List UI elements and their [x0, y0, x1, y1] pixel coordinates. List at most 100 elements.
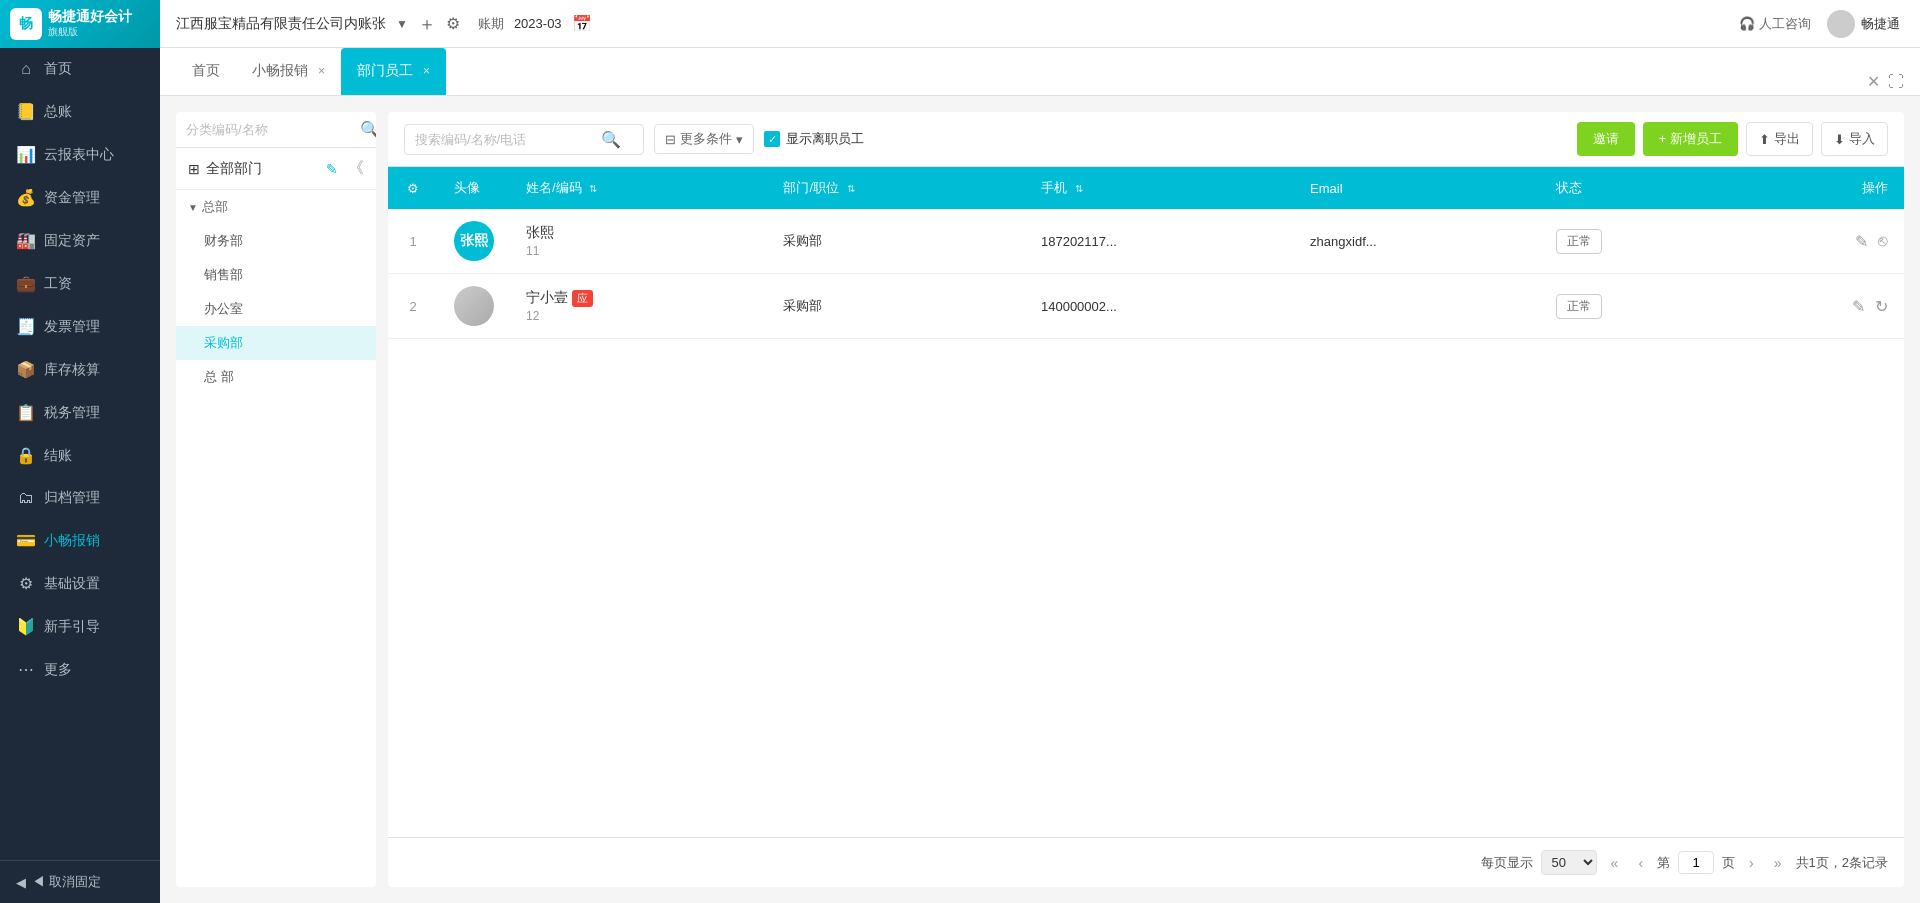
- filter-icon: ⊟: [665, 132, 676, 147]
- edit-btn-2[interactable]: ✎: [1852, 297, 1865, 316]
- tab-close-btn[interactable]: ✕: [1867, 72, 1880, 91]
- sidebar-item-guide[interactable]: 🔰 新手引导: [0, 605, 160, 648]
- sidebar-item-label-invoice: 发票管理: [44, 318, 100, 336]
- export-btn[interactable]: ⬆ 导出: [1746, 122, 1813, 156]
- tab-expense[interactable]: 小畅报销 ×: [236, 48, 341, 95]
- col-actions: 操作: [1734, 167, 1904, 209]
- first-page-btn[interactable]: «: [1605, 853, 1625, 873]
- ledger-icon: 📒: [16, 102, 36, 121]
- sidebar-item-settings[interactable]: ⚙ 基础设置: [0, 562, 160, 605]
- settings-gear-btn[interactable]: ⚙: [446, 14, 460, 33]
- sidebar-item-assets[interactable]: 🏭 固定资产: [0, 219, 160, 262]
- sidebar-item-label-more: 更多: [44, 661, 72, 679]
- dept-item-office[interactable]: 办公室: [176, 292, 376, 326]
- dept-list: ▼ 总部 财务部 销售部 办公室 采购部 总 部: [176, 190, 376, 887]
- import-btn[interactable]: ⬇ 导入: [1821, 122, 1888, 156]
- col-name[interactable]: 姓名/编码 ⇅: [510, 167, 767, 209]
- page-content: 🔍 ⊞ 全部部门 ✎ 《 ▼ 总部 财务部: [160, 96, 1920, 903]
- dept-add-btn[interactable]: ✎: [326, 161, 338, 177]
- row-2-name: 宁小壹 应 12: [510, 274, 767, 339]
- next-page-btn[interactable]: ›: [1743, 853, 1760, 873]
- employee-tbody: 1 张熙 张熙 11 采购部 187202117... zh: [388, 209, 1904, 339]
- filter-label: 更多条件: [680, 130, 732, 148]
- tab-employee[interactable]: 部门员工 ×: [341, 48, 446, 95]
- sidebar-item-inventory[interactable]: 📦 库存核算: [0, 348, 160, 391]
- calendar-btn[interactable]: 📅: [572, 14, 592, 33]
- company-name: 江西服宝精品有限责任公司内账张: [176, 15, 386, 33]
- tab-employee-close[interactable]: ×: [423, 64, 430, 78]
- dept-item-finance[interactable]: 财务部: [176, 224, 376, 258]
- dept-item-headquarters[interactable]: 总 部: [176, 360, 376, 394]
- invite-label: 邀请: [1593, 131, 1619, 146]
- row-1-avatar: 张熙: [438, 209, 510, 274]
- tab-expand-btn[interactable]: ⛶: [1888, 73, 1904, 91]
- sidebar-item-tax[interactable]: 📋 税务管理: [0, 391, 160, 434]
- last-page-btn[interactable]: »: [1768, 853, 1788, 873]
- user-area[interactable]: 畅捷通: [1827, 10, 1900, 38]
- dept-collapse-btn[interactable]: 《: [348, 158, 364, 179]
- table-row: 1 张熙 张熙 11 采购部 187202117... zh: [388, 209, 1904, 274]
- sidebar-item-reports[interactable]: 📊 云报表中心: [0, 133, 160, 176]
- action-btns-2: ✎ ↻: [1750, 297, 1888, 316]
- logout-btn-1[interactable]: ⎋: [1878, 232, 1888, 250]
- sidebar-item-home[interactable]: ⌂ 首页: [0, 48, 160, 90]
- assets-icon: 🏭: [16, 231, 36, 250]
- page-size-select[interactable]: 50 10 20 100: [1541, 850, 1597, 875]
- col-dept[interactable]: 部门/职位 ⇅: [767, 167, 1024, 209]
- employee-search-input[interactable]: [415, 132, 595, 147]
- dept-search-area: 🔍: [176, 112, 376, 148]
- dept-search-input[interactable]: [186, 122, 354, 137]
- dept-item-purchase[interactable]: 采购部: [176, 326, 376, 360]
- filter-btn[interactable]: ⊟ 更多条件 ▾: [654, 124, 754, 154]
- dept-search-icon[interactable]: 🔍: [360, 120, 376, 139]
- sidebar-item-funds[interactable]: 💰 资金管理: [0, 176, 160, 219]
- sidebar-item-close[interactable]: 🔒 结账: [0, 434, 160, 477]
- salary-icon: 💼: [16, 274, 36, 293]
- dept-group-label-general[interactable]: ▼ 总部: [176, 190, 376, 224]
- col-settings[interactable]: ⚙: [388, 167, 438, 209]
- tab-expense-close[interactable]: ×: [318, 64, 325, 78]
- sidebar-item-invoice[interactable]: 🧾 发票管理: [0, 305, 160, 348]
- edit-btn-1[interactable]: ✎: [1855, 232, 1868, 251]
- tax-icon: 📋: [16, 403, 36, 422]
- emp-name-2: 宁小壹: [526, 289, 568, 307]
- col-phone[interactable]: 手机 ⇅: [1025, 167, 1294, 209]
- tab-home[interactable]: 首页: [176, 48, 236, 95]
- show-departed-toggle[interactable]: 显示离职员工: [764, 130, 864, 148]
- employee-search-icon[interactable]: 🔍: [601, 130, 621, 149]
- row-1-dept: 采购部: [767, 209, 1024, 274]
- add-employee-label: + 新增员工: [1659, 130, 1722, 148]
- prev-page-btn[interactable]: ‹: [1632, 853, 1649, 873]
- archive-icon: 🗂: [16, 489, 36, 507]
- emp-name-1: 张熙: [526, 224, 751, 242]
- sidebar-item-label-settings: 基础设置: [44, 575, 100, 593]
- pagination: 每页显示 50 10 20 100 « ‹ 第 页 › » 共1页，2条记录: [388, 837, 1904, 887]
- sidebar-item-expense[interactable]: 💳 小畅报销: [0, 519, 160, 562]
- sidebar-item-salary[interactable]: 💼 工资: [0, 262, 160, 305]
- row-2-actions: ✎ ↻: [1734, 274, 1904, 339]
- refresh-btn-2[interactable]: ↻: [1875, 297, 1888, 316]
- sidebar-item-label-expense: 小畅报销: [44, 532, 100, 550]
- add-company-btn[interactable]: ＋: [418, 15, 436, 33]
- sidebar-item-more[interactable]: ⋯ 更多: [0, 648, 160, 691]
- show-departed-checkbox[interactable]: [764, 131, 780, 147]
- sidebar-item-ledger[interactable]: 📒 总账: [0, 90, 160, 133]
- sidebar-item-archive[interactable]: 🗂 归档管理: [0, 477, 160, 519]
- app-sub: 旗舰版: [48, 25, 132, 39]
- page-input[interactable]: [1678, 851, 1714, 874]
- add-employee-btn[interactable]: + 新增员工: [1643, 122, 1738, 156]
- sidebar-collapse-btn[interactable]: ◀ ◀ 取消固定: [0, 860, 160, 903]
- dept-group-general: ▼ 总部 财务部 销售部 办公室 采购部 总 部: [176, 190, 376, 394]
- company-dropdown-btn[interactable]: ▼: [396, 17, 408, 31]
- employee-table: ⚙ 头像 姓名/编码 ⇅ 部门/职位 ⇅ 手机 ⇅ Email 状态 操作: [388, 167, 1904, 339]
- invite-btn[interactable]: 邀请: [1577, 122, 1635, 156]
- dept-group-arrow: ▼: [188, 202, 198, 213]
- row-2-email: [1294, 274, 1540, 339]
- user-avatar: [1827, 10, 1855, 38]
- dept-item-sales[interactable]: 销售部: [176, 258, 376, 292]
- table-row: 2 宁小壹 应: [388, 274, 1904, 339]
- service-btn[interactable]: 🎧 人工咨询: [1739, 15, 1811, 33]
- main-container: ⌂ 首页 📒 总账 📊 云报表中心 💰 资金管理 🏭 固定资产 💼 工资 🧾 发…: [0, 48, 1920, 903]
- period-value: 2023-03: [514, 16, 562, 31]
- page-prefix: 第: [1657, 854, 1670, 872]
